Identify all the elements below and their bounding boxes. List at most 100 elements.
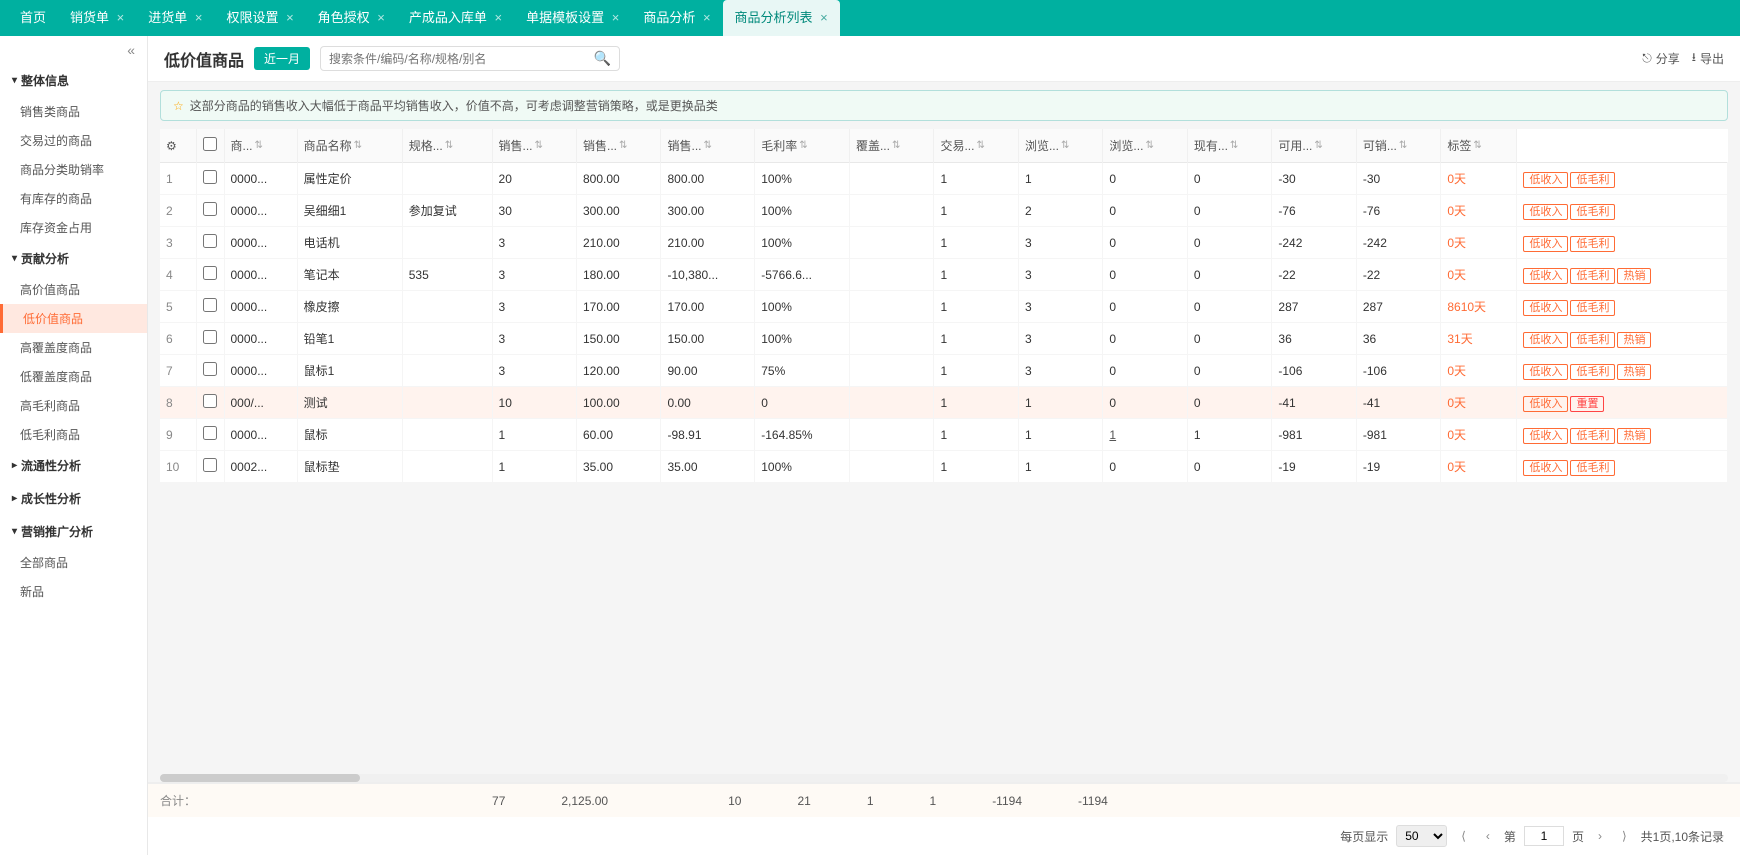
sidebar-collapse-btn[interactable]: « [123, 42, 139, 58]
close-icon[interactable]: × [286, 10, 294, 25]
cell-browse1[interactable]: 0 [1103, 227, 1187, 259]
first-page-btn[interactable]: ⟨ [1455, 827, 1472, 845]
cell-browse1[interactable]: 0 [1103, 323, 1187, 355]
nav-permission[interactable]: 权限设置 × [214, 0, 305, 36]
sidebar-item-high-coverage[interactable]: 高覆盖度商品 [0, 333, 147, 362]
col-days[interactable]: 可销... ⇅ [1356, 129, 1440, 163]
cell-browse1[interactable]: 0 [1103, 387, 1187, 419]
export-button[interactable]: ⭳ 导出 [1692, 48, 1724, 69]
sidebar-item-low-value[interactable]: 低价值商品 [0, 304, 147, 333]
cell-checkbox[interactable] [196, 291, 224, 323]
search-input[interactable] [329, 52, 590, 66]
page-input[interactable] [1524, 826, 1564, 846]
sidebar-item-category-rate[interactable]: 商品分类助销率 [0, 155, 147, 184]
col-spec[interactable]: 规格... ⇅ [402, 129, 492, 163]
nav-analysis-list[interactable]: 商品分析列表 × [723, 0, 840, 36]
sidebar-item-low-coverage[interactable]: 低覆盖度商品 [0, 362, 147, 391]
col-browse2[interactable]: 浏览... ⇅ [1103, 129, 1187, 163]
col-gross[interactable]: 毛利率 ⇅ [755, 129, 850, 163]
cell-browse1[interactable]: 0 [1103, 163, 1187, 195]
row-checkbox[interactable] [203, 234, 217, 248]
sidebar-item-sales-goods[interactable]: 销售类商品 [0, 97, 147, 126]
nav-sales[interactable]: 销货单 × [58, 0, 136, 36]
close-icon[interactable]: × [820, 10, 828, 25]
settings-icon[interactable]: ⚙ [166, 139, 177, 153]
close-icon[interactable]: × [117, 10, 125, 25]
cell-checkbox[interactable] [196, 355, 224, 387]
close-icon[interactable]: × [195, 10, 203, 25]
horizontal-scrollbar[interactable] [160, 774, 1728, 782]
prev-page-btn[interactable]: ‹ [1480, 827, 1496, 845]
nav-home[interactable]: 首页 [8, 0, 58, 36]
row-checkbox[interactable] [203, 266, 217, 280]
row-checkbox[interactable] [203, 362, 217, 376]
col-checkbox[interactable] [196, 129, 224, 163]
next-page-btn[interactable]: › [1592, 827, 1608, 845]
close-icon[interactable]: × [377, 10, 385, 25]
table-wrapper[interactable]: ⚙ 商... ⇅ 商品名称 ⇅ 规格... ⇅ 销售... ⇅ 销售... ⇅ … [148, 129, 1740, 774]
sidebar-item-traded[interactable]: 交易过的商品 [0, 126, 147, 155]
col-browse1[interactable]: 浏览... ⇅ [1018, 129, 1102, 163]
sidebar-section-title-contribution[interactable]: ▾贡献分析 [0, 242, 147, 275]
nav-purchase[interactable]: 进货单 × [136, 0, 214, 36]
page-size-select[interactable]: 50100200 [1396, 825, 1447, 847]
sidebar-item-in-stock[interactable]: 有库存的商品 [0, 184, 147, 213]
cell-checkbox[interactable] [196, 451, 224, 483]
close-icon[interactable]: × [703, 10, 711, 25]
last-page-btn[interactable]: ⟩ [1616, 827, 1633, 845]
close-icon[interactable]: × [495, 10, 503, 25]
nav-template[interactable]: 单据模板设置 × [514, 0, 631, 36]
row-checkbox[interactable] [203, 170, 217, 184]
row-checkbox[interactable] [203, 330, 217, 344]
row-checkbox[interactable] [203, 426, 217, 440]
col-sale1[interactable]: 销售... ⇅ [492, 129, 576, 163]
col-name[interactable]: 商品名称 ⇅ [297, 129, 402, 163]
col-code[interactable]: 商... ⇅ [224, 129, 297, 163]
sidebar-section-title-marketing[interactable]: ▾营销推广分析 [0, 515, 147, 548]
col-tags[interactable]: 标签 ⇅ [1441, 129, 1517, 163]
nav-role[interactable]: 角色授权 × [306, 0, 397, 36]
col-stock[interactable]: 现有... ⇅ [1187, 129, 1271, 163]
col-sale3[interactable]: 销售... ⇅ [661, 129, 755, 163]
browse-link[interactable]: 1 [1109, 428, 1116, 442]
sidebar-item-new-goods[interactable]: 新品 [0, 577, 147, 606]
sidebar-item-high-value[interactable]: 高价值商品 [0, 275, 147, 304]
share-button[interactable]: ⎋ 分享 [1642, 48, 1680, 69]
col-avail[interactable]: 可用... ⇅ [1272, 129, 1356, 163]
col-cover[interactable]: 覆盖... ⇅ [849, 129, 933, 163]
cell-browse1[interactable]: 0 [1103, 355, 1187, 387]
sidebar-item-high-profit[interactable]: 高毛利商品 [0, 391, 147, 420]
row-checkbox[interactable] [203, 202, 217, 216]
select-all-checkbox[interactable] [203, 137, 217, 151]
cell-checkbox[interactable] [196, 195, 224, 227]
col-settings[interactable]: ⚙ [160, 129, 196, 163]
sidebar-section-title-overall[interactable]: ▾整体信息 [0, 64, 147, 97]
cell-checkbox[interactable] [196, 163, 224, 195]
nav-product-in[interactable]: 产成品入库单 × [397, 0, 514, 36]
close-icon[interactable]: × [612, 10, 620, 25]
cell-browse1[interactable]: 0 [1103, 291, 1187, 323]
sidebar-item-capital[interactable]: 库存资金占用 [0, 213, 147, 242]
scrollbar-thumb[interactable] [160, 774, 360, 782]
row-checkbox[interactable] [203, 458, 217, 472]
cell-checkbox[interactable] [196, 227, 224, 259]
sidebar-item-low-profit[interactable]: 低毛利商品 [0, 420, 147, 449]
cell-browse1[interactable]: 0 [1103, 451, 1187, 483]
cell-browse1[interactable]: 0 [1103, 195, 1187, 227]
cell-checkbox[interactable] [196, 323, 224, 355]
cell-checkbox[interactable] [196, 387, 224, 419]
row-checkbox[interactable] [203, 298, 217, 312]
cell-browse1[interactable]: 0 [1103, 259, 1187, 291]
sidebar-item-all-goods[interactable]: 全部商品 [0, 548, 147, 577]
time-filter-button[interactable]: 近一月 [254, 47, 310, 70]
cell-checkbox[interactable] [196, 259, 224, 291]
row-checkbox[interactable] [203, 394, 217, 408]
search-icon[interactable]: 🔍 [594, 50, 611, 67]
nav-analysis[interactable]: 商品分析 × [631, 0, 722, 36]
col-sale2[interactable]: 销售... ⇅ [577, 129, 661, 163]
cell-checkbox[interactable] [196, 419, 224, 451]
sidebar-section-title-liquidity[interactable]: ▸流通性分析 [0, 449, 147, 482]
col-trade[interactable]: 交易... ⇅ [934, 129, 1018, 163]
sidebar-section-title-growth[interactable]: ▸成长性分析 [0, 482, 147, 515]
cell-browse1[interactable]: 1 [1103, 419, 1187, 451]
